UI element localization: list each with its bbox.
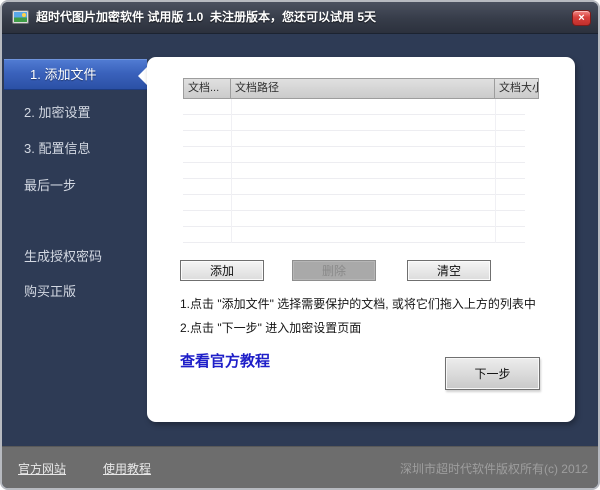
sidebar-item-buy-full-version[interactable]: 购买正版 <box>24 281 76 300</box>
column-divider <box>231 99 232 243</box>
column-header-doc-size[interactable]: 文档大小 <box>494 78 539 99</box>
picture-icon <box>12 10 29 24</box>
window-title: 超时代图片加密软件 试用版 1.0 未注册版本，您还可以试用 5天 <box>36 10 377 24</box>
column-header-doc-name[interactable]: 文档... <box>183 78 231 99</box>
footer-bar: 官方网站 使用教程 深圳市超时代软件版权所有(c) 2012 <box>2 446 598 488</box>
sidebar-item-add-files[interactable]: 1. 添加文件 <box>4 59 147 90</box>
column-divider <box>495 99 496 243</box>
official-website-link[interactable]: 官方网站 <box>18 460 66 477</box>
clear-button[interactable]: 清空 <box>407 260 491 281</box>
instruction-line-2: 2.点击 "下一步" 进入加密设置页面 <box>180 321 362 335</box>
title-bar: 超时代图片加密软件 试用版 1.0 未注册版本，您还可以试用 5天 × <box>2 2 598 34</box>
close-button[interactable]: × <box>572 10 591 26</box>
instruction-line-1: 1.点击 "添加文件" 选择需要保护的文档, 或将它们拖入上方的列表中 <box>180 297 536 311</box>
copyright-text: 深圳市超时代软件版权所有(c) 2012 <box>399 462 588 476</box>
selected-item-arrow-icon <box>138 67 147 85</box>
sidebar-item-last-step[interactable]: 最后一步 <box>24 175 76 194</box>
content-panel: 文档... 文档路径 文档大小 添加 删除 清空 1.点击 "添加文件" 选择需… <box>147 57 575 422</box>
delete-button[interactable]: 删除 <box>292 260 376 281</box>
usage-tutorial-link[interactable]: 使用教程 <box>103 460 151 477</box>
sidebar-item-generate-license[interactable]: 生成授权密码 <box>24 246 102 265</box>
sidebar-item-encrypt-settings[interactable]: 2. 加密设置 <box>24 102 90 121</box>
file-list-drop-area[interactable] <box>183 99 525 243</box>
sidebar-item-config-info[interactable]: 3. 配置信息 <box>24 138 90 157</box>
file-table-header: 文档... 文档路径 文档大小 <box>183 78 539 99</box>
add-button[interactable]: 添加 <box>180 260 264 281</box>
app-window: 超时代图片加密软件 试用版 1.0 未注册版本，您还可以试用 5天 × 1. 添… <box>0 0 600 490</box>
official-tutorial-link[interactable]: 查看官方教程 <box>180 350 270 371</box>
column-header-doc-path[interactable]: 文档路径 <box>230 78 495 99</box>
next-step-button[interactable]: 下一步 <box>445 357 540 390</box>
